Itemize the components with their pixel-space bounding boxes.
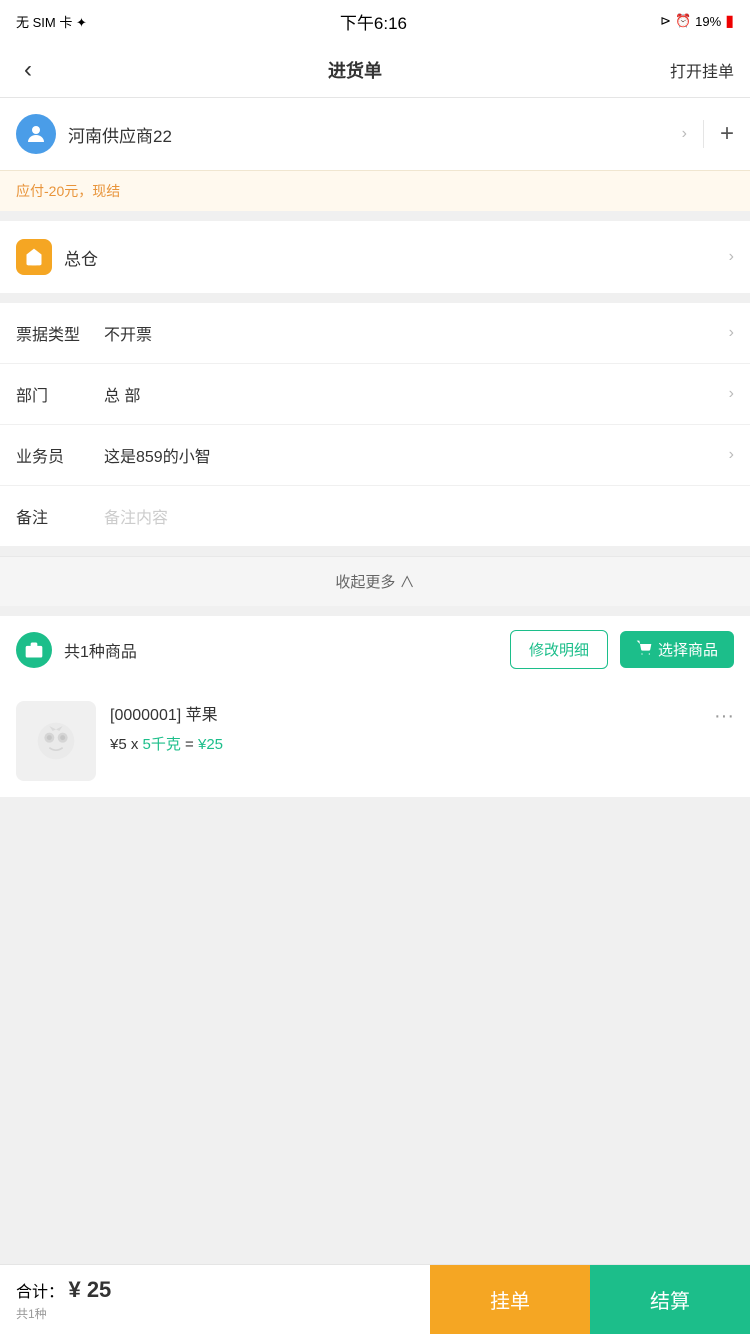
bottom-bar: 合计： ¥ 25 共1种 挂单 结算 [0,1264,750,1334]
department-chevron-icon: › [729,385,734,403]
page-title: 进货单 [328,57,382,83]
status-signal: 无 SIM 卡 ✦ [16,12,87,31]
hold-order-button[interactable]: 挂单 [430,1265,590,1334]
salesperson-label: 业务员 [16,443,96,467]
status-bar: 无 SIM 卡 ✦ 下午6:16 ⊳ ⏰ 19% ▮ [0,0,750,42]
salesperson-chevron-icon: › [729,446,734,464]
department-label: 部门 [16,382,96,406]
subtotal: ¥25 [198,736,223,753]
product-thumbnail [16,701,96,781]
total-amount: ¥ 25 [68,1277,111,1302]
notice-text: 应付-20元，现结 [16,183,120,199]
location-icon: ⊳ [660,13,671,29]
remark-row[interactable]: 备注 备注内容 [0,485,750,546]
product-price: ¥5 x 5千克 = ¥25 [110,733,700,754]
product-header: 共1种商品 修改明细 选择商品 [0,616,750,683]
product-icon [16,632,52,668]
collapse-text: 收起更多 ∧ [335,574,414,591]
supplier-chevron-icon: › [682,125,687,143]
notice-bar: 应付-20元，现结 [0,170,750,211]
unit-price: ¥5 [110,736,127,753]
checkout-button[interactable]: 结算 [590,1265,750,1334]
form-card: 票据类型 不开票 › 部门 总 部 › 业务员 这是859的小智 › 备注 备注… [0,303,750,546]
battery-percent: 19% [695,14,721,29]
warehouse-icon [16,239,52,275]
product-info: [0000001] 苹果 ¥5 x 5千克 = ¥25 [110,701,700,754]
department-value: 总 部 [96,382,725,406]
collapse-button[interactable]: 收起更多 ∧ [0,556,750,606]
invoice-type-label: 票据类型 [16,321,96,345]
remark-label: 备注 [16,504,96,528]
add-supplier-button[interactable]: + [720,120,734,148]
warehouse-row[interactable]: 总仓 › [0,221,750,293]
warehouse-card: 总仓 › [0,221,750,293]
cart-icon [636,640,652,660]
supplier-card: 河南供应商22 › + 应付-20元，现结 [0,98,750,211]
open-pending-button[interactable]: 打开挂单 [670,58,734,82]
nav-bar: ‹ 进货单 打开挂单 [0,42,750,98]
warehouse-chevron-icon: › [729,248,734,266]
total-count: 共1种 [16,1305,414,1322]
total-label: 合计： [16,1284,64,1301]
products-section: 共1种商品 修改明细 选择商品 [0,616,750,797]
remark-placeholder: 备注内容 [96,504,734,528]
supplier-row[interactable]: 河南供应商22 › + [0,98,750,170]
invoice-type-value: 不开票 [96,321,725,345]
product-item: [0000001] 苹果 ¥5 x 5千克 = ¥25 ··· [0,685,750,797]
supplier-avatar [16,114,56,154]
divider [703,120,704,148]
select-product-button[interactable]: 选择商品 [620,631,734,668]
quantity: 5千克 [143,736,181,753]
product-code: [0000001] [110,707,181,724]
alarm-icon: ⏰ [675,13,691,29]
battery-icon: ▮ [725,11,734,31]
total-section: 合计： ¥ 25 共1种 [0,1265,430,1334]
back-button[interactable]: ‹ [16,48,40,92]
modify-detail-button[interactable]: 修改明细 [510,630,608,669]
salesperson-value: 这是859的小智 [96,443,725,467]
supplier-name: 河南供应商22 [68,122,678,147]
product-more-button[interactable]: ··· [714,701,734,732]
product-name: [0000001] 苹果 [110,701,700,725]
department-row[interactable]: 部门 总 部 › [0,363,750,424]
status-battery: ⊳ ⏰ 19% ▮ [660,11,734,31]
status-time: 下午6:16 [340,9,407,34]
multiply-sign: x [131,736,143,753]
invoice-type-chevron-icon: › [729,324,734,342]
product-count: 共1种商品 [64,638,498,662]
invoice-type-row[interactable]: 票据类型 不开票 › [0,303,750,363]
product-title: 苹果 [186,707,218,724]
warehouse-name: 总仓 [64,245,725,270]
equals-sign: = [185,736,198,753]
main-content: 河南供应商22 › + 应付-20元，现结 总仓 › 票据类型 不开票 [0,98,750,887]
select-product-label: 选择商品 [658,639,718,660]
salesperson-row[interactable]: 业务员 这是859的小智 › [0,424,750,485]
